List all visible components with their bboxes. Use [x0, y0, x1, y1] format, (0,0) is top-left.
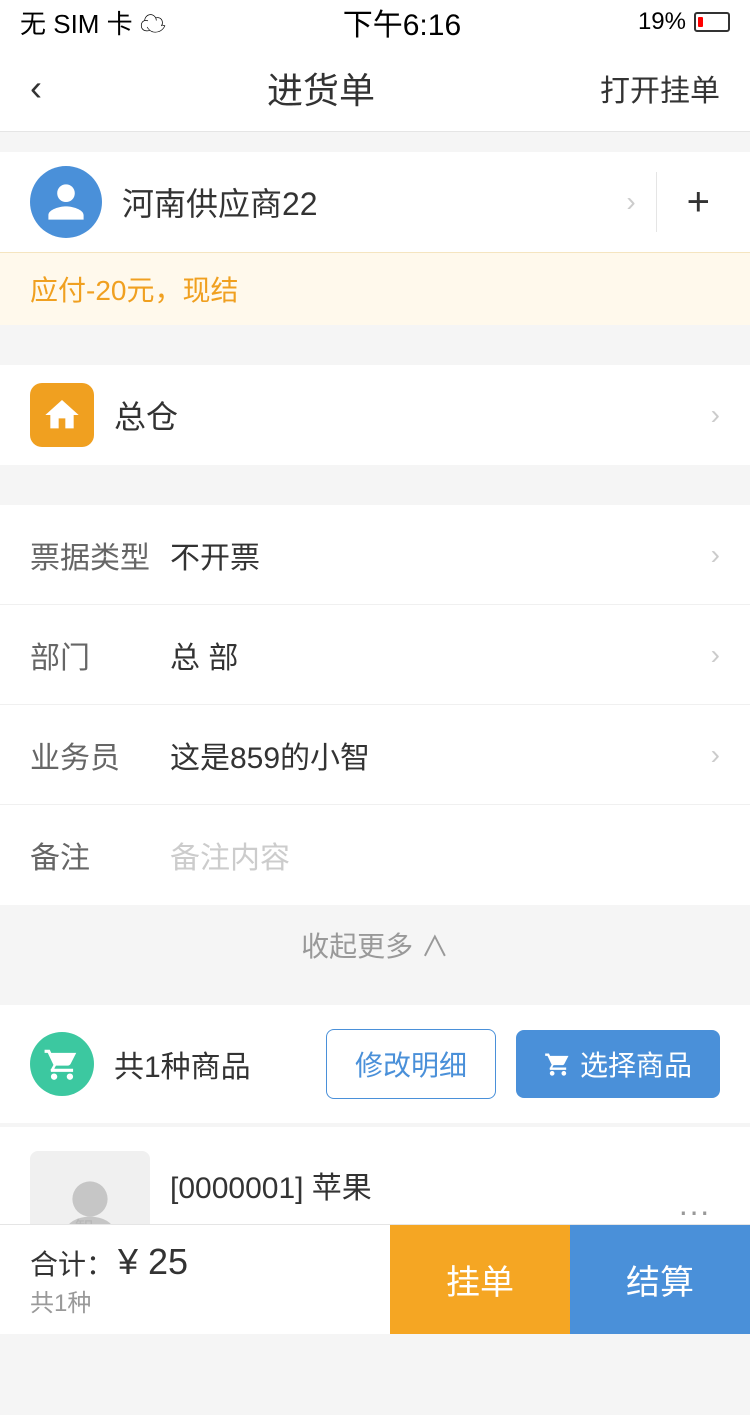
bag-icon — [43, 1045, 81, 1083]
total-count: 共1种 — [30, 1283, 360, 1318]
dept-chevron-icon: › — [711, 639, 720, 671]
invoice-chevron-icon: › — [711, 539, 720, 571]
product-title: 苹果 — [312, 1172, 372, 1205]
remark-label: 备注 — [30, 833, 170, 877]
dept-label: 部门 — [30, 633, 170, 677]
settle-button[interactable]: 结算 — [570, 1225, 750, 1334]
add-supplier-button[interactable]: + — [677, 170, 720, 235]
mid-divider — [0, 325, 750, 345]
total-amount: ¥ 25 — [118, 1241, 188, 1283]
supplier-main[interactable]: 河南供应商22 › — [30, 152, 636, 252]
status-time: 下午6:16 — [343, 0, 461, 44]
form-section: 票据类型 不开票 › 部门 总 部 › 业务员 这是859的小智 › 备注 备注… — [0, 505, 750, 905]
battery-icon — [694, 12, 730, 32]
total-section: 合计： ¥ 25 共1种 — [0, 1225, 390, 1334]
status-bar: 无 SIM 卡 ☁ 下午6:16 19% — [0, 0, 750, 44]
salesperson-label: 业务员 — [30, 733, 170, 777]
supplier-avatar — [30, 166, 102, 238]
product-header: 共1种商品 修改明细 选择商品 — [0, 1005, 750, 1123]
warehouse-chevron-icon: › — [711, 399, 720, 431]
status-left: 无 SIM 卡 ☁ — [20, 4, 166, 41]
warehouse-icon — [42, 395, 82, 435]
status-right: 19% — [638, 8, 730, 36]
select-product-label: 选择商品 — [580, 1044, 692, 1084]
back-button[interactable]: ‹ — [30, 67, 42, 109]
invoice-label: 票据类型 — [30, 533, 170, 577]
dept-row[interactable]: 部门 总 部 › — [0, 605, 750, 705]
supplier-section: 河南供应商22 › + — [0, 152, 750, 252]
top-divider — [0, 132, 750, 152]
product-count-label: 共1种商品 — [114, 1042, 306, 1086]
bottom-bar: 合计： ¥ 25 共1种 挂单 结算 — [0, 1224, 750, 1334]
invoice-row[interactable]: 票据类型 不开票 › — [0, 505, 750, 605]
warehouse-icon-container — [30, 383, 94, 447]
select-product-icon — [544, 1050, 572, 1078]
supplier-chevron-icon: › — [626, 186, 635, 218]
salesperson-value: 这是859的小智 — [170, 733, 711, 777]
product-count-icon — [30, 1032, 94, 1096]
invoice-value: 不开票 — [170, 533, 711, 577]
form-divider — [0, 465, 750, 485]
dept-value: 总 部 — [170, 633, 711, 677]
battery-text: 19% — [638, 8, 686, 36]
page-title: 进货单 — [267, 62, 375, 114]
warehouse-section[interactable]: 总仓 › — [0, 365, 750, 465]
remark-placeholder: 备注内容 — [170, 833, 720, 877]
remark-row[interactable]: 备注 备注内容 — [0, 805, 750, 905]
product-code: [0000001] — [170, 1172, 312, 1205]
notice-text: 应付-20元，现结 — [30, 275, 238, 306]
collapse-bar[interactable]: 收起更多 ∧ — [0, 905, 750, 985]
select-product-button[interactable]: 选择商品 — [516, 1030, 720, 1098]
salesperson-chevron-icon: › — [711, 739, 720, 771]
open-hang-button[interactable]: 打开挂单 — [600, 66, 720, 110]
supplier-name: 河南供应商22 — [122, 179, 626, 225]
nav-bar: ‹ 进货单 打开挂单 — [0, 44, 750, 132]
warehouse-name: 总仓 — [114, 392, 711, 438]
sim-status: 无 SIM 卡 ☁ — [20, 4, 166, 41]
person-icon — [44, 180, 88, 224]
collapse-label: 收起更多 ∧ — [301, 925, 449, 965]
edit-detail-button[interactable]: 修改明细 — [326, 1029, 496, 1099]
supplier-divider — [656, 172, 657, 232]
salesperson-row[interactable]: 业务员 这是859的小智 › — [0, 705, 750, 805]
notice-bar: 应付-20元，现结 — [0, 252, 750, 325]
product-name: [0000001] 苹果 — [170, 1163, 648, 1207]
total-label: 合计： — [30, 1243, 114, 1283]
hang-button[interactable]: 挂单 — [390, 1225, 570, 1334]
